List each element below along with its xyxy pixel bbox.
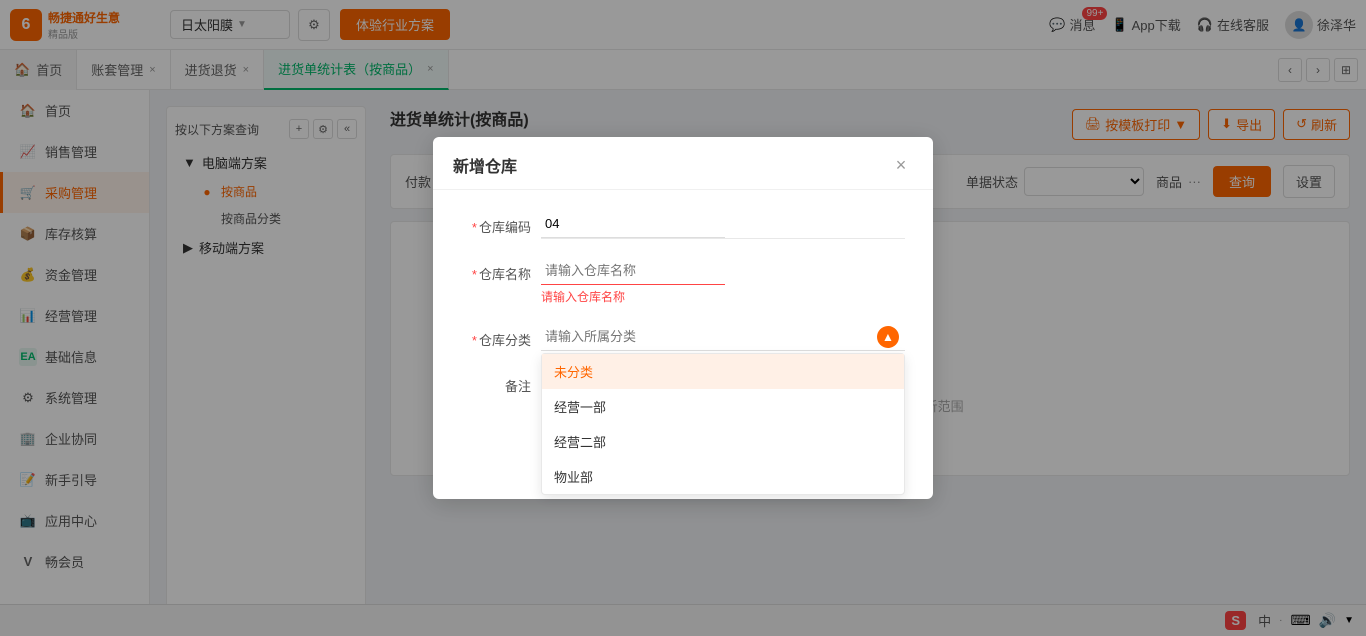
dropdown-arrow-icon[interactable]: ▲ <box>877 326 899 348</box>
note-label: 备注 <box>461 369 541 395</box>
category-input[interactable] <box>541 323 905 351</box>
form-row-name: 仓库名称 请输入仓库名称 <box>461 257 905 305</box>
category-dropdown-wrapper: ▲ 未分类 经营一部 经营二部 物业部 <box>541 323 905 351</box>
add-warehouse-modal: 新增仓库 × 仓库编码 仓库名称 请输入仓库名称 <box>433 137 933 499</box>
category-label: 仓库分类 <box>461 323 541 349</box>
dropdown-option-dept3[interactable]: 物业部 <box>542 459 904 494</box>
modal-title: 新增仓库 <box>453 153 517 177</box>
modal-body: 仓库编码 仓库名称 请输入仓库名称 仓库分类 ▲ <box>433 190 933 435</box>
name-error-msg: 请输入仓库名称 <box>541 288 905 305</box>
dropdown-option-uncategorized[interactable]: 未分类 <box>542 354 904 389</box>
name-label: 仓库名称 <box>461 257 541 283</box>
form-row-category: 仓库分类 ▲ 未分类 经营一部 经营二部 物业部 <box>461 323 905 351</box>
code-field-wrapper <box>541 210 905 239</box>
code-label: 仓库编码 <box>461 210 541 236</box>
dropdown-option-dept2[interactable]: 经营二部 <box>542 424 904 459</box>
name-field-wrapper: 请输入仓库名称 <box>541 257 905 305</box>
modal-overlay: 新增仓库 × 仓库编码 仓库名称 请输入仓库名称 <box>0 0 1366 636</box>
modal-header: 新增仓库 × <box>433 137 933 190</box>
warehouse-code-input[interactable] <box>541 210 725 238</box>
form-row-code: 仓库编码 <box>461 210 905 239</box>
modal-close-button[interactable]: × <box>889 153 913 177</box>
category-dropdown-list: 未分类 经营一部 经营二部 物业部 <box>541 353 905 495</box>
dropdown-option-dept1[interactable]: 经营一部 <box>542 389 904 424</box>
warehouse-name-input[interactable] <box>541 257 725 285</box>
